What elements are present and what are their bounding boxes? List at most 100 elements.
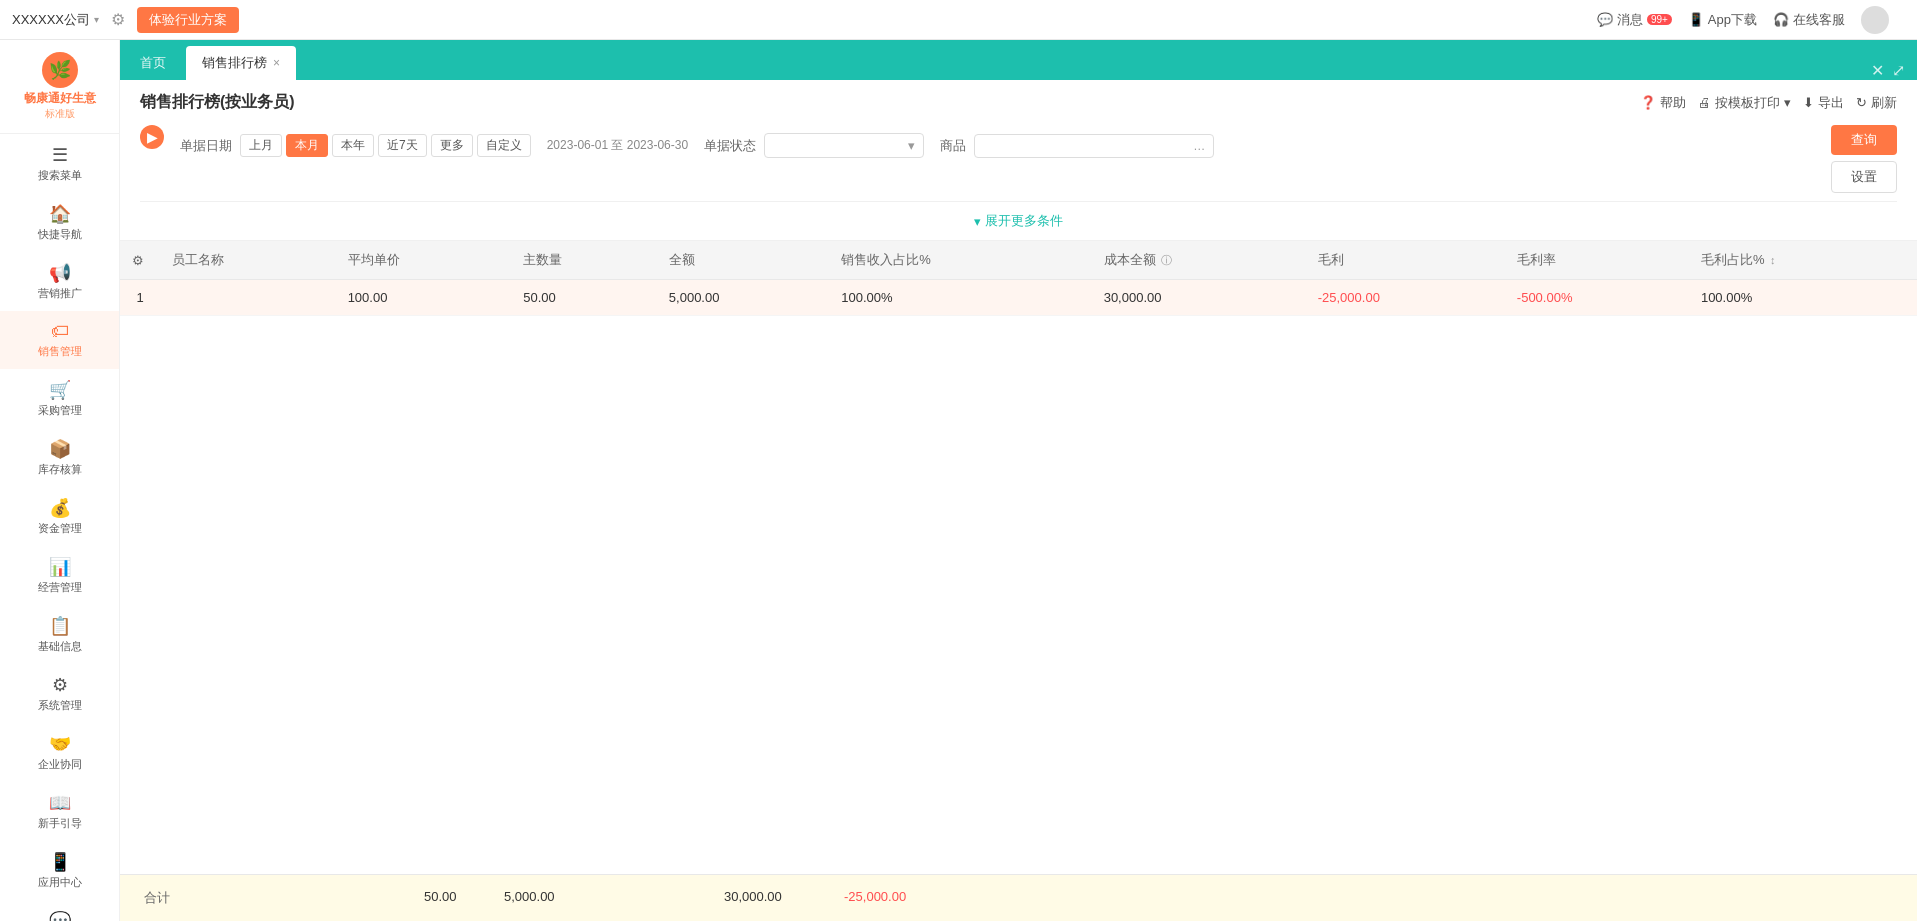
- sidebar-item-search[interactable]: ☰ 搜索菜单: [0, 134, 119, 193]
- trial-button[interactable]: 体验行业方案: [137, 7, 239, 33]
- sidebar-item-basic[interactable]: 📋 基础信息: [0, 605, 119, 664]
- last7-btn[interactable]: 近7天: [378, 134, 427, 157]
- cell-name: [160, 280, 336, 316]
- sidebar-item-nav[interactable]: 🏠 快捷导航: [0, 193, 119, 252]
- cell-margin-pct: 100.00%: [1689, 280, 1917, 316]
- tab-label: 销售排行榜: [202, 54, 267, 72]
- table-row: 1 100.00 50.00 5,000.00 100.00% 30,000.0…: [120, 280, 1917, 316]
- maximize-icon[interactable]: ⤢: [1892, 61, 1905, 80]
- inventory-icon: 📦: [49, 438, 71, 460]
- sidebar-label-purchase: 采购管理: [38, 403, 82, 418]
- help-label: 帮助: [1660, 94, 1686, 112]
- sidebar-item-system[interactable]: ⚙ 系统管理: [0, 664, 119, 723]
- sidebar-item-inventory[interactable]: 📦 库存核算: [0, 428, 119, 487]
- sidebar-item-guide[interactable]: 📖 新手引导: [0, 782, 119, 841]
- col-cost: 成本全额 ⓘ: [1092, 241, 1306, 280]
- chevron-down-icon: ▾: [94, 14, 99, 25]
- app-download-button[interactable]: 📱 App下载: [1688, 11, 1757, 29]
- tab-close-icon[interactable]: ×: [273, 56, 280, 70]
- sidebar-label-collab: 企业协同: [38, 757, 82, 772]
- last-month-btn[interactable]: 上月: [240, 134, 282, 157]
- settings-icon[interactable]: ⚙: [111, 10, 125, 29]
- sidebar-item-promo[interactable]: 📢 营销推广: [0, 252, 119, 311]
- cell-avg-price: 100.00: [336, 280, 512, 316]
- export-button[interactable]: ⬇ 导出: [1803, 94, 1844, 112]
- company-name: XXXXXX公司: [12, 11, 90, 29]
- apps-icon: 📱: [49, 851, 71, 873]
- this-year-btn[interactable]: 本年: [332, 134, 374, 157]
- status-select[interactable]: ▾: [764, 133, 924, 158]
- col-sales-pct: 销售收入占比%: [829, 241, 1091, 280]
- this-month-btn[interactable]: 本月: [286, 134, 328, 157]
- service-label: 在线客服: [1793, 11, 1845, 29]
- col-avg-price: 平均单价: [336, 241, 512, 280]
- col-margin: 毛利: [1306, 241, 1505, 280]
- date-filter-group: 单据日期 上月 本月 本年 近7天 更多 自定义: [180, 134, 531, 157]
- tab-sales-ranking[interactable]: 销售排行榜 ×: [186, 46, 296, 80]
- sidebar-item-operation[interactable]: 📊 经营管理: [0, 546, 119, 605]
- cell-qty: 50.00: [511, 280, 657, 316]
- purchase-icon: 🛒: [49, 379, 71, 401]
- avatar[interactable]: [1861, 6, 1889, 34]
- sidebar-logo: 🌿 畅康通好生意 标准版: [0, 40, 119, 134]
- filter-expand-arrow[interactable]: ▶: [140, 125, 164, 149]
- filters-row: 单据日期 上月 本月 本年 近7天 更多 自定义 2023: [180, 125, 1815, 166]
- tab-home[interactable]: 首页: [120, 46, 186, 80]
- cell-cost: 30,000.00: [1092, 280, 1306, 316]
- sidebar-label-guide: 新手引导: [38, 816, 82, 831]
- logo-sub: 标准版: [45, 107, 75, 121]
- col-amount: 全额: [657, 241, 829, 280]
- date-range-display: 2023-06-01 至 2023-06-30: [547, 137, 688, 154]
- promo-icon: 📢: [49, 262, 71, 284]
- main-layout: 🌿 畅康通好生意 标准版 ☰ 搜索菜单 🏠 快捷导航 📢 营销推广 🏷 销售管理…: [0, 40, 1917, 921]
- status-filter-label: 单据状态: [704, 137, 756, 155]
- goods-input[interactable]: …: [974, 134, 1214, 158]
- page-actions: ❓ 帮助 🖨 按模板打印 ▾ ⬇ 导出 ↻: [1640, 94, 1897, 112]
- sidebar-item-apps[interactable]: 📱 应用中心: [0, 841, 119, 900]
- close-window-icon[interactable]: ✕: [1871, 61, 1884, 80]
- more-date-btn[interactable]: 更多: [431, 134, 473, 157]
- filters-container: ▶ 单据日期 上月 本月 本年 近7天 更多: [140, 125, 1897, 201]
- message-label: 消息: [1617, 11, 1643, 29]
- logo-icon: 🌿: [42, 52, 78, 88]
- expand-more-button[interactable]: ▾ 展开更多条件: [966, 208, 1071, 234]
- basic-icon: 📋: [49, 615, 71, 637]
- page-title-row: 销售排行榜(按业务员) ❓ 帮助 🖨 按模板打印 ▾ ⬇: [140, 92, 1897, 113]
- wechat-icon: 💬: [49, 910, 71, 921]
- logo-title: 畅康通好生意: [24, 90, 96, 107]
- sidebar-label-promo: 营销推广: [38, 286, 82, 301]
- sidebar-label-inventory: 库存核算: [38, 462, 82, 477]
- cost-help-icon[interactable]: ⓘ: [1161, 254, 1172, 266]
- settings-button[interactable]: 设置: [1831, 161, 1897, 193]
- query-button[interactable]: 查询: [1831, 125, 1897, 155]
- filter-actions: 查询 设置: [1831, 125, 1897, 193]
- operation-icon: 📊: [49, 556, 71, 578]
- system-icon: ⚙: [52, 674, 68, 696]
- sidebar-label-operation: 经营管理: [38, 580, 82, 595]
- footer-qty: 50.00: [412, 885, 492, 911]
- online-service-button[interactable]: 🎧 在线客服: [1773, 11, 1845, 29]
- col-margin-rate: 毛利率: [1505, 241, 1689, 280]
- page-title: 销售排行榜(按业务员): [140, 92, 295, 113]
- sidebar-label-search: 搜索菜单: [38, 168, 82, 183]
- print-dropdown-icon: ▾: [1784, 95, 1791, 110]
- print-icon: 🖨: [1698, 95, 1711, 110]
- data-table: ⚙ 员工名称 平均单价 主数量 全额 销售收入占比% 成本全额 ⓘ 毛利 毛利率…: [120, 241, 1917, 316]
- margin-pct-sort-icon[interactable]: ↕: [1770, 254, 1776, 266]
- goods-filter-label: 商品: [940, 137, 966, 155]
- refresh-button[interactable]: ↻ 刷新: [1856, 94, 1897, 112]
- sidebar-item-finance[interactable]: 💰 资金管理: [0, 487, 119, 546]
- sidebar-item-purchase[interactable]: 🛒 采购管理: [0, 369, 119, 428]
- custom-date-btn[interactable]: 自定义: [477, 134, 531, 157]
- col-settings[interactable]: ⚙: [120, 241, 160, 280]
- goods-more-icon: …: [1193, 139, 1205, 153]
- print-button[interactable]: 🖨 按模板打印 ▾: [1698, 94, 1791, 112]
- message-button[interactable]: 💬 消息 99+: [1597, 11, 1672, 29]
- sidebar-item-collab[interactable]: 🤝 企业协同: [0, 723, 119, 782]
- tab-bar-right: ✕ ⤢: [1859, 61, 1917, 80]
- cell-margin: -25,000.00: [1306, 280, 1505, 316]
- sidebar-item-wechat[interactable]: 💬 企业微信: [0, 900, 119, 921]
- help-button[interactable]: ❓ 帮助: [1640, 94, 1686, 112]
- sidebar-item-sales[interactable]: 🏷 销售管理: [0, 311, 119, 369]
- company-selector[interactable]: XXXXXX公司 ▾: [12, 11, 99, 29]
